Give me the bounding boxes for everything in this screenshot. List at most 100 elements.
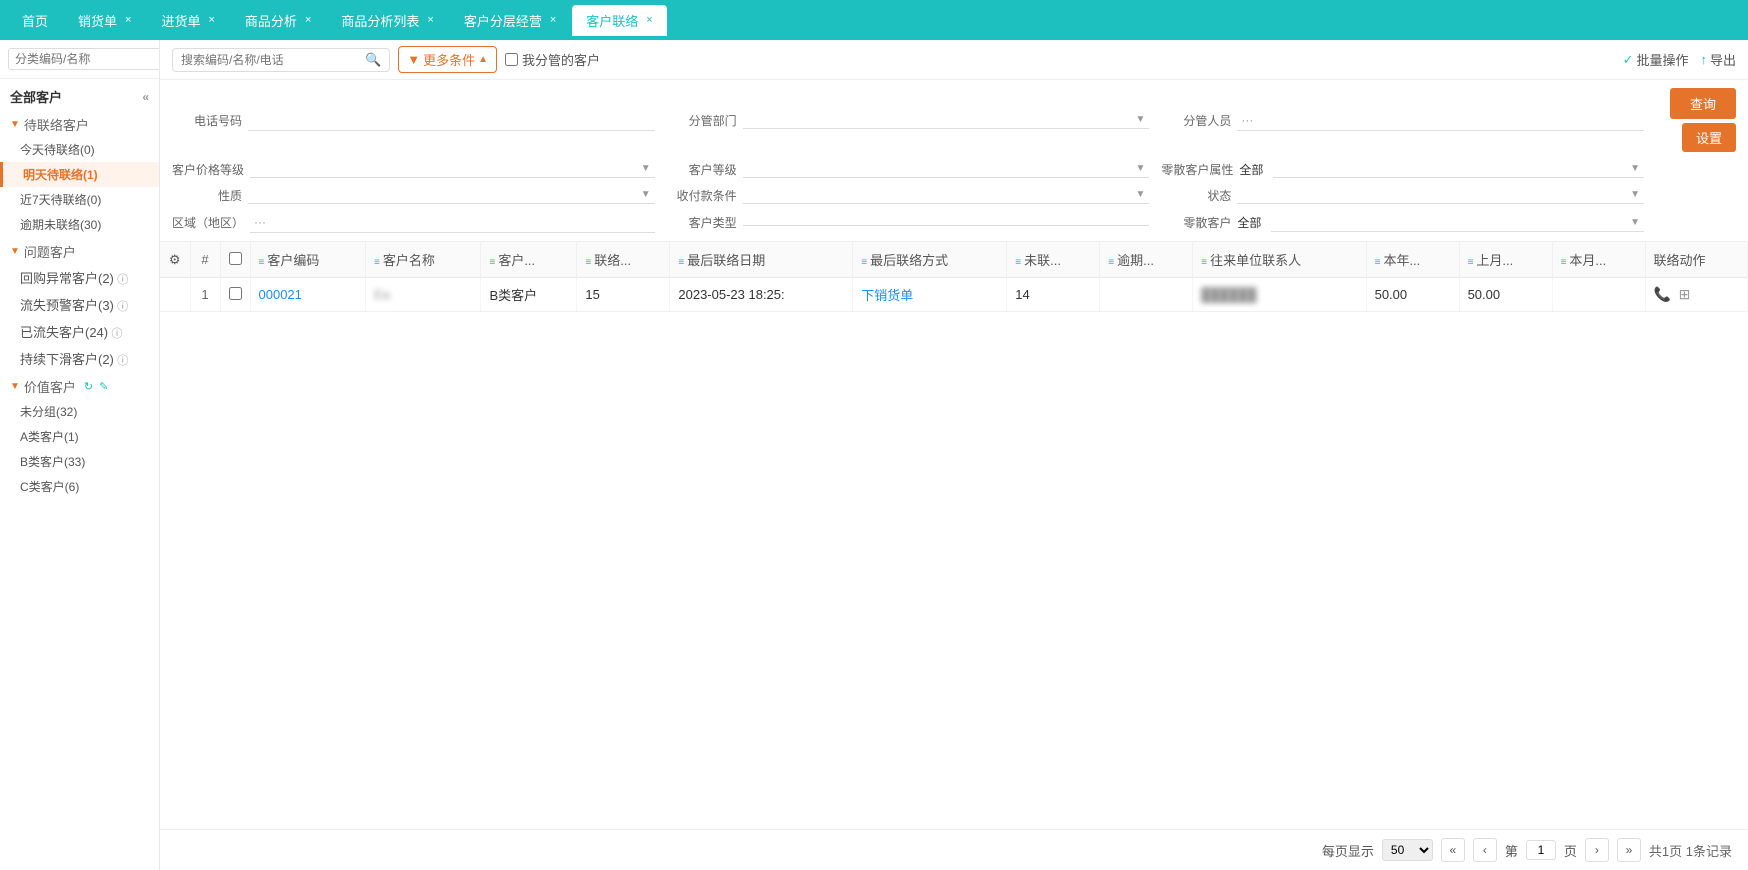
sidebar-item-class-c[interactable]: C类客户(6) bbox=[0, 474, 159, 499]
sidebar-item-continuous-decline[interactable]: 持续下滑客户(2) ⓘ bbox=[0, 345, 159, 372]
filter-division-person-label: 分管人员 bbox=[1161, 112, 1231, 129]
sidebar-collapse-icon[interactable]: « bbox=[142, 90, 149, 104]
filter-chevron-up: ▲ bbox=[478, 54, 488, 65]
col-last-month: ≡上月... bbox=[1459, 242, 1552, 278]
nav-sales-order[interactable]: 销货单 × bbox=[64, 5, 145, 36]
filter-division-person: 分管人员 ··· bbox=[1161, 110, 1644, 131]
first-page-btn[interactable]: « bbox=[1441, 838, 1465, 862]
filter-gender: 性质 ▼ bbox=[172, 186, 655, 204]
filter-retail-attr-select[interactable]: ▼ bbox=[1273, 160, 1644, 178]
next-page-btn[interactable]: › bbox=[1585, 838, 1609, 862]
row-category: B类客户 bbox=[481, 278, 577, 312]
top-navigation: 首页 销货单 × 进货单 × 商品分析 × 商品分析列表 × 客户分层经营 × … bbox=[0, 0, 1748, 40]
close-product-analysis-list[interactable]: × bbox=[427, 14, 433, 26]
filter-row-4: 区域（地区） ··· 客户类型 零散客户 全部 ▼ bbox=[172, 212, 1736, 233]
filter-customer-level-label: 客户等级 bbox=[667, 161, 737, 178]
sidebar-item-tomorrow[interactable]: 明天待联络(1) bbox=[0, 162, 159, 187]
filter-retail-customer-select[interactable]: ▼ bbox=[1271, 214, 1644, 232]
filter-row-2: 客户价格等级 ▼ 客户等级 ▼ 零散客户属性 全部 ▼ bbox=[172, 160, 1736, 178]
row-last-contact-method[interactable]: 下销货单 bbox=[853, 278, 1007, 312]
value-refresh-icon[interactable]: ↻ bbox=[84, 380, 93, 393]
sidebar-item-lost[interactable]: 已流失客户(24) ⓘ bbox=[0, 318, 159, 345]
filter-customer-level-select[interactable]: ▼ bbox=[743, 160, 1150, 178]
row-code[interactable]: 000021 bbox=[250, 278, 365, 312]
main-search-icon[interactable]: 🔍 bbox=[365, 52, 381, 68]
row-select-checkbox[interactable] bbox=[229, 287, 242, 300]
close-purchase-order[interactable]: × bbox=[208, 14, 214, 26]
row-checkbox bbox=[220, 278, 250, 312]
col-this-month: ≡本月... bbox=[1552, 242, 1645, 278]
my-customer-checkbox-area[interactable]: 我分管的客户 bbox=[505, 50, 600, 69]
chevron-down-icon2: ▼ bbox=[641, 163, 651, 174]
contact-more-icon[interactable]: ⊞ bbox=[1679, 286, 1691, 302]
filter-more-btn[interactable]: ▼ 更多条件 ▲ bbox=[398, 46, 497, 73]
sidebar-item-class-b[interactable]: B类客户(33) bbox=[0, 449, 159, 474]
filter-status-select[interactable]: ▼ bbox=[1237, 186, 1644, 204]
value-edit-icon[interactable]: ✎ bbox=[99, 380, 108, 393]
nav-customer-contact[interactable]: 客户联络 × bbox=[572, 5, 666, 36]
col-settings[interactable]: ⚙ bbox=[160, 242, 190, 278]
nav-purchase-order[interactable]: 进货单 × bbox=[147, 5, 228, 36]
filter-actions: 查询 设置 bbox=[1656, 88, 1736, 152]
filter-phone-input[interactable] bbox=[248, 110, 655, 131]
ellipsis-icon[interactable]: ··· bbox=[1241, 113, 1253, 127]
sidebar-item-class-a[interactable]: A类客户(1) bbox=[0, 424, 159, 449]
filter-payment-select[interactable]: ▼ bbox=[743, 186, 1150, 204]
nav-home[interactable]: 首页 bbox=[8, 5, 62, 36]
sidebar-item-unclassified[interactable]: 未分组(32) bbox=[0, 399, 159, 424]
col-overdue: ≡逾期... bbox=[1100, 242, 1193, 278]
col-code: ≡客户编码 bbox=[250, 242, 365, 278]
prev-page-btn[interactable]: ‹ bbox=[1473, 838, 1497, 862]
filter-region-select[interactable]: ··· bbox=[250, 212, 655, 233]
row-not-contacted: 14 bbox=[1007, 278, 1100, 312]
batch-ops-btn[interactable]: ✓ 批量操作 bbox=[1623, 50, 1689, 69]
per-page-select[interactable]: 50 100 bbox=[1382, 839, 1433, 861]
retail-customer-value: 全部 bbox=[1237, 214, 1261, 231]
filter-division-person-select[interactable]: ··· bbox=[1237, 110, 1644, 131]
filter-price-level-select[interactable]: ▼ bbox=[250, 160, 655, 178]
close-product-analysis[interactable]: × bbox=[305, 14, 311, 26]
sidebar-item-lost-risk[interactable]: 流失预警客户(3) ⓘ bbox=[0, 291, 159, 318]
filter-region: 区域（地区） ··· bbox=[172, 212, 655, 233]
filter-customer-type-select[interactable] bbox=[743, 219, 1150, 226]
filter-gender-select[interactable]: ▼ bbox=[248, 186, 655, 204]
per-page-label: 每页显示 bbox=[1322, 841, 1374, 860]
ellipsis-icon2[interactable]: ··· bbox=[254, 215, 266, 229]
contact-phone-icon[interactable]: 📞 bbox=[1654, 286, 1671, 302]
last-page-btn[interactable]: » bbox=[1617, 838, 1641, 862]
row-name[interactable]: Ea bbox=[365, 278, 480, 312]
filter-division-dept-select[interactable]: ▼ bbox=[743, 111, 1150, 129]
col-name: ≡客户名称 bbox=[365, 242, 480, 278]
row-settings bbox=[160, 278, 190, 312]
sidebar-item-repurchase-abnormal[interactable]: 回购异常客户(2) ⓘ bbox=[0, 264, 159, 291]
col-num: # bbox=[190, 242, 220, 278]
close-customer-segment[interactable]: × bbox=[550, 14, 556, 26]
batch-ops-icon: ✓ bbox=[1623, 52, 1634, 68]
close-customer-contact[interactable]: × bbox=[646, 14, 652, 26]
export-btn[interactable]: ↑ 导出 bbox=[1700, 50, 1736, 69]
chevron-down-icon8: ▼ bbox=[1630, 217, 1640, 228]
settings-button[interactable]: 设置 bbox=[1682, 123, 1736, 152]
filter-customer-type: 客户类型 bbox=[667, 214, 1150, 231]
filter-panel: 电话号码 分管部门 ▼ 分管人员 ··· 查询 设置 bbox=[160, 80, 1748, 242]
sidebar-item-overdue[interactable]: 逾期未联络(30) bbox=[0, 212, 159, 237]
sidebar-item-today[interactable]: 今天待联络(0) bbox=[0, 137, 159, 162]
close-sales-order[interactable]: × bbox=[125, 14, 131, 26]
sidebar-item-7days[interactable]: 近7天待联络(0) bbox=[0, 187, 159, 212]
my-customer-checkbox[interactable] bbox=[505, 53, 518, 66]
filter-retail-attr: 零散客户属性 全部 ▼ bbox=[1161, 160, 1644, 178]
page-number-input[interactable] bbox=[1526, 840, 1556, 860]
table-row: 1 000021 Ea B类客户 15 2023-05-23 18:25: 下销… bbox=[160, 278, 1748, 312]
filter-division-dept-label: 分管部门 bbox=[667, 112, 737, 129]
select-all-checkbox[interactable] bbox=[229, 252, 242, 265]
nav-customer-segment[interactable]: 客户分层经营 × bbox=[450, 5, 570, 36]
query-button[interactable]: 查询 bbox=[1670, 88, 1736, 119]
nav-product-analysis[interactable]: 商品分析 × bbox=[231, 5, 325, 36]
main-search-input[interactable] bbox=[181, 53, 361, 67]
row-this-year: 50.00 bbox=[1366, 278, 1459, 312]
sidebar-search-input[interactable] bbox=[8, 48, 160, 70]
filter-row-3: 性质 ▼ 收付款条件 ▼ 状态 ▼ bbox=[172, 186, 1736, 204]
row-num: 1 bbox=[190, 278, 220, 312]
content-area: 🔍 ▼ 更多条件 ▲ 我分管的客户 ✓ 批量操作 ↑ 导出 bbox=[160, 40, 1748, 870]
nav-product-analysis-list[interactable]: 商品分析列表 × bbox=[327, 5, 447, 36]
